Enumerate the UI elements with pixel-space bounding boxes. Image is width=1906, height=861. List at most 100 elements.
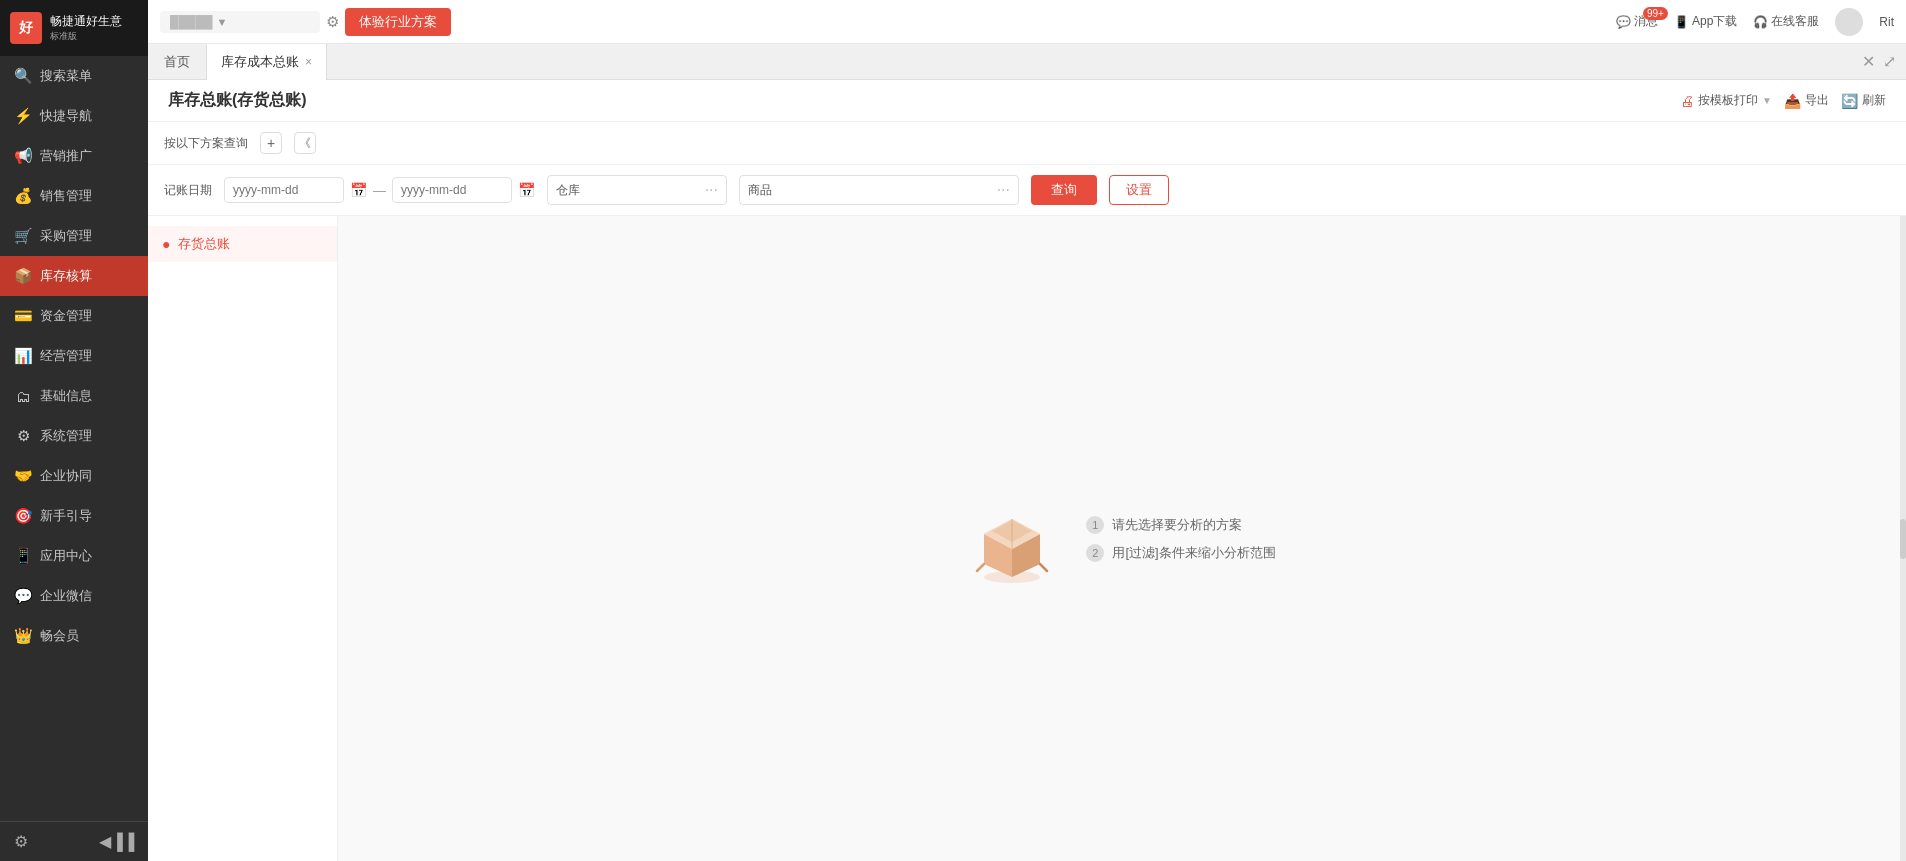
sidebar-item-basic-info[interactable]: 🗂 基础信息 xyxy=(0,376,148,416)
logo-name: 畅捷通好生意 xyxy=(50,13,122,30)
scheme-sidebar: ● 存货总账 xyxy=(148,216,338,861)
svg-line-7 xyxy=(977,564,984,571)
sidebar-item-label-appcenter: 应用中心 xyxy=(40,547,92,565)
sidebar-item-enterprise[interactable]: 🤝 企业协同 xyxy=(0,456,148,496)
sidebar-item-system[interactable]: ⚙ 系统管理 xyxy=(0,416,148,456)
user-avatar[interactable] xyxy=(1835,8,1863,36)
tabbar: 首页 库存成本总账 × ✕ ⤢ xyxy=(148,44,1906,80)
sidebar-logo: 好 畅捷通好生意 标准版 xyxy=(0,0,148,56)
online-service-button[interactable]: 🎧 在线客服 xyxy=(1753,13,1819,30)
scheme-item-inventory-ledger[interactable]: ● 存货总账 xyxy=(148,226,337,262)
tab-close-icon[interactable]: × xyxy=(305,55,312,69)
right-panel xyxy=(1900,216,1906,861)
refresh-button[interactable]: 🔄 刷新 xyxy=(1841,92,1886,109)
sidebar-item-vip[interactable]: 👑 畅会员 xyxy=(0,616,148,656)
right-panel-handle[interactable] xyxy=(1900,519,1906,559)
product-more-icon: ··· xyxy=(997,181,1010,199)
page-title: 库存总账(存货总账) xyxy=(168,90,307,111)
refresh-label: 刷新 xyxy=(1862,92,1886,109)
tip-item-1: 1 请先选择要分析的方案 xyxy=(1086,516,1275,534)
date-start-input[interactable] xyxy=(224,177,344,203)
page-header: 库存总账(存货总账) 🖨 按模板打印 ▼ 📤 导出 🔄 刷新 xyxy=(148,80,1906,122)
empty-box-svg xyxy=(962,489,1062,589)
system-icon: ⚙ xyxy=(14,427,32,445)
print-label: 按模板打印 xyxy=(1698,92,1758,109)
messages-button[interactable]: 💬 消息 99+ xyxy=(1616,13,1658,30)
empty-illustration xyxy=(962,489,1062,589)
date-end-input[interactable] xyxy=(392,177,512,203)
main-content-area: 1 请先选择要分析的方案 2 用[过滤]条件来缩小分析范围 xyxy=(338,216,1900,861)
topbar-search-text: █████ xyxy=(170,15,213,29)
sidebar-item-marketing[interactable]: 📢 营销推广 xyxy=(0,136,148,176)
headset-icon: 🎧 xyxy=(1753,15,1768,29)
message-icon: 💬 xyxy=(1616,15,1631,29)
basic-info-icon: 🗂 xyxy=(14,388,32,405)
settings-button[interactable]: 设置 xyxy=(1109,175,1169,205)
sidebar-item-label-guide: 新手引导 xyxy=(40,507,92,525)
export-icon: 📤 xyxy=(1784,93,1801,109)
gear-icon[interactable]: ⚙ xyxy=(326,13,339,31)
sidebar-footer: ⚙ ◀▐▐ xyxy=(0,821,148,861)
product-select[interactable]: 商品 ··· xyxy=(739,175,1019,205)
sidebar-item-sales[interactable]: 💰 销售管理 xyxy=(0,176,148,216)
tip-num-2: 2 xyxy=(1086,544,1104,562)
filter-collapse-button[interactable]: 《 xyxy=(294,132,316,154)
sidebar-item-label-system: 系统管理 xyxy=(40,427,92,445)
empty-state: 1 请先选择要分析的方案 2 用[过滤]条件来缩小分析范围 xyxy=(962,489,1275,589)
product-label: 商品 xyxy=(748,182,772,199)
main-area: █████ ▼ ⚙ 体验行业方案 💬 消息 99+ 📱 App下载 🎧 在线客服… xyxy=(148,0,1906,861)
filters-container: 按以下方案查询 + 《 记账日期 📅 — 📅 仓库 ··· 商品 ··· 查询 … xyxy=(148,122,1906,216)
warehouse-label: 仓库 xyxy=(556,182,580,199)
date-label: 记账日期 xyxy=(164,182,212,199)
tip-text-2: 用[过滤]条件来缩小分析范围 xyxy=(1112,544,1275,562)
sidebar-item-app-center[interactable]: 📱 应用中心 xyxy=(0,536,148,576)
sidebar-item-label-inventory: 库存核算 xyxy=(40,267,92,285)
sidebar-item-guide[interactable]: 🎯 新手引导 xyxy=(0,496,148,536)
logo-text-block: 畅捷通好生意 标准版 xyxy=(50,13,122,43)
logo-badge: 标准版 xyxy=(50,30,122,43)
export-button[interactable]: 📤 导出 xyxy=(1784,92,1829,109)
settings-footer-icon[interactable]: ⚙ xyxy=(14,832,28,851)
tab-close-right-button[interactable]: ✕ ⤢ xyxy=(1862,52,1906,71)
sidebar-item-label-search: 搜索菜单 xyxy=(40,67,92,85)
warehouse-more-icon: ··· xyxy=(705,181,718,199)
tab-home[interactable]: 首页 xyxy=(148,45,207,79)
sidebar-item-finance[interactable]: 💳 资金管理 xyxy=(0,296,148,336)
date-separator: — xyxy=(373,183,386,198)
sidebar-item-label-basicinfo: 基础信息 xyxy=(40,387,92,405)
messages-badge: 99+ xyxy=(1643,7,1668,20)
query-button[interactable]: 查询 xyxy=(1031,175,1097,205)
purchase-icon: 🛒 xyxy=(14,227,32,245)
guide-icon: 🎯 xyxy=(14,507,32,525)
sidebar-item-label-purchase: 采购管理 xyxy=(40,227,92,245)
online-service-label: 在线客服 xyxy=(1771,13,1819,30)
vip-icon: 👑 xyxy=(14,627,32,645)
sidebar-item-label-vip: 畅会员 xyxy=(40,627,79,645)
wechat-icon: 💬 xyxy=(14,587,32,605)
finance-icon: 💳 xyxy=(14,307,32,325)
sidebar-item-inventory[interactable]: 📦 库存核算 xyxy=(0,256,148,296)
sidebar-item-quick-nav[interactable]: ⚡ 快捷导航 xyxy=(0,96,148,136)
audio-footer-icon[interactable]: ◀▐▐ xyxy=(99,832,134,851)
industry-solution-button[interactable]: 体验行业方案 xyxy=(345,8,451,36)
print-button[interactable]: 🖨 按模板打印 ▼ xyxy=(1680,92,1772,109)
user-name: Rit xyxy=(1879,15,1894,29)
topbar-search-area[interactable]: █████ ▼ xyxy=(160,11,320,33)
sidebar-item-wechat[interactable]: 💬 企业微信 xyxy=(0,576,148,616)
app-center-icon: 📱 xyxy=(14,547,32,565)
tab-active-label: 库存成本总账 xyxy=(221,53,299,71)
sidebar-item-operations[interactable]: 📊 经营管理 xyxy=(0,336,148,376)
svg-line-8 xyxy=(1040,564,1047,571)
tip-text-1: 请先选择要分析的方案 xyxy=(1112,516,1242,534)
filter-add-button[interactable]: + xyxy=(260,132,282,154)
calendar-end-icon[interactable]: 📅 xyxy=(518,182,535,198)
calendar-start-icon[interactable]: 📅 xyxy=(350,182,367,198)
date-range-group: 📅 — 📅 xyxy=(224,177,535,203)
warehouse-select[interactable]: 仓库 ··· xyxy=(547,175,727,205)
sidebar-item-purchase[interactable]: 🛒 采购管理 xyxy=(0,216,148,256)
app-download-button[interactable]: 📱 App下载 xyxy=(1674,13,1737,30)
print-icon: 🖨 xyxy=(1680,93,1694,109)
sidebar-item-search[interactable]: 🔍 搜索菜单 xyxy=(0,56,148,96)
tab-inventory-ledger[interactable]: 库存成本总账 × xyxy=(207,44,327,80)
scheme-active-icon: ● xyxy=(162,236,170,252)
